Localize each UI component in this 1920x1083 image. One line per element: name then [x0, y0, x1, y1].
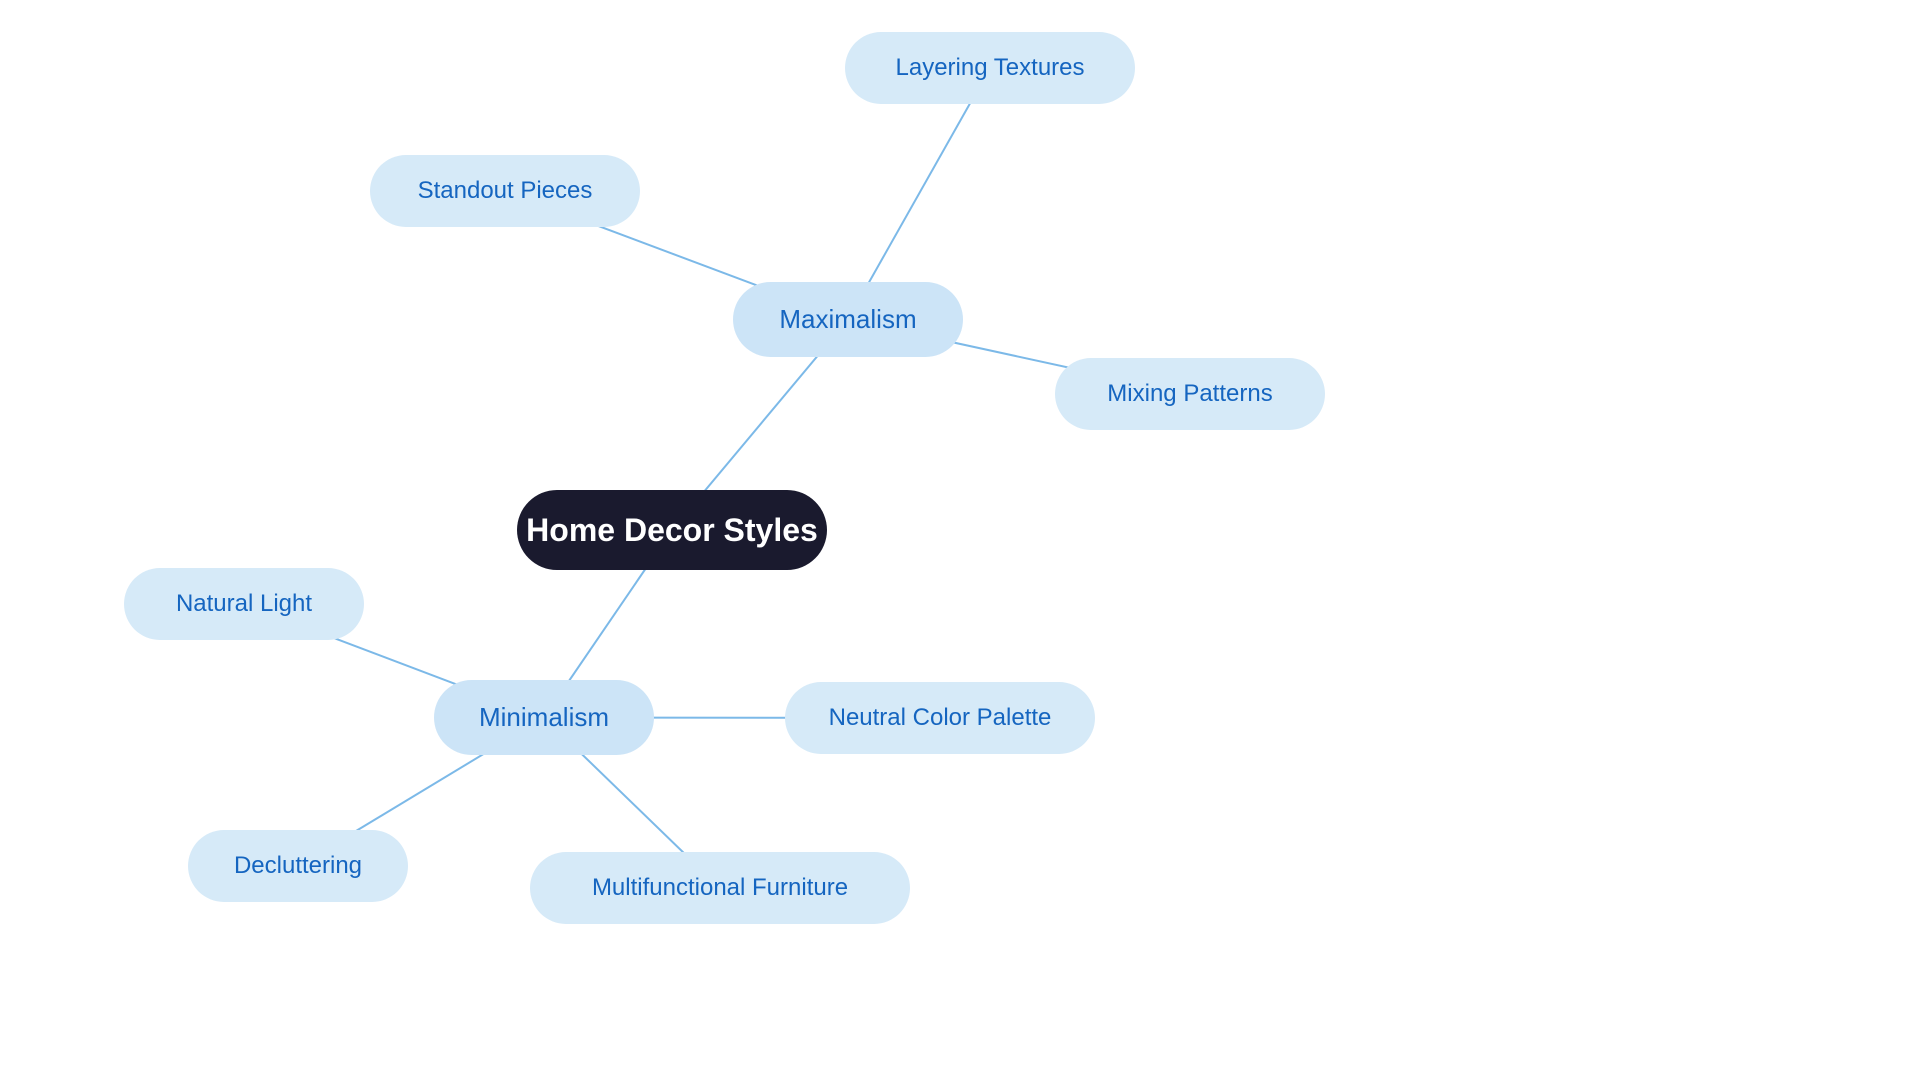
mixing-patterns-node[interactable]: Mixing Patterns [1055, 358, 1325, 430]
minimalism-label: Minimalism [479, 702, 609, 733]
central-node[interactable]: Home Decor Styles [517, 490, 827, 570]
maximalism-label: Maximalism [779, 304, 916, 335]
central-node-label: Home Decor Styles [526, 512, 818, 549]
maximalism-node[interactable]: Maximalism [733, 282, 963, 357]
layering-textures-label: Layering Textures [896, 54, 1085, 82]
decluttering-label: Decluttering [234, 852, 362, 880]
neutral-color-palette-node[interactable]: Neutral Color Palette [785, 682, 1095, 754]
multifunctional-furniture-label: Multifunctional Furniture [592, 874, 848, 902]
standout-pieces-label: Standout Pieces [418, 177, 593, 205]
natural-light-node[interactable]: Natural Light [124, 568, 364, 640]
neutral-color-palette-label: Neutral Color Palette [829, 704, 1052, 732]
minimalism-node[interactable]: Minimalism [434, 680, 654, 755]
layering-textures-node[interactable]: Layering Textures [845, 32, 1135, 104]
natural-light-label: Natural Light [176, 590, 312, 618]
multifunctional-furniture-node[interactable]: Multifunctional Furniture [530, 852, 910, 924]
decluttering-node[interactable]: Decluttering [188, 830, 408, 902]
mixing-patterns-label: Mixing Patterns [1107, 380, 1272, 408]
standout-pieces-node[interactable]: Standout Pieces [370, 155, 640, 227]
